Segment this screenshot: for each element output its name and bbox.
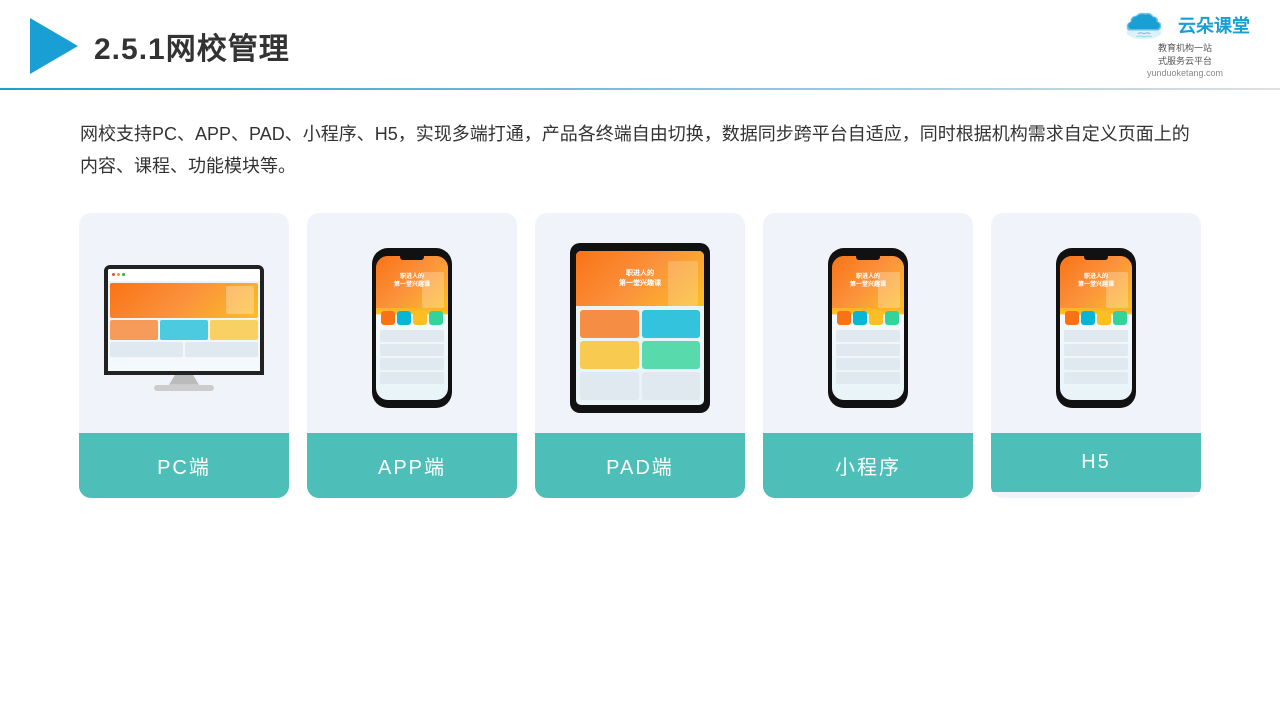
- header: 2.5.1网校管理 云朵课堂 教育机构一站 式服务云平台 yunduoketan…: [0, 0, 1280, 74]
- tablet-mockup: 职进人的第一堂兴趣课: [570, 243, 710, 413]
- app-label: APP端: [307, 433, 517, 498]
- platform-cards-container: PC端 职进人的第一堂兴趣课: [0, 203, 1280, 498]
- miniprogram-phone-screen: 职进人的第一堂兴趣课: [832, 256, 904, 400]
- desktop-mockup: [94, 265, 274, 391]
- app-card: 职进人的第一堂兴趣课: [307, 213, 517, 498]
- h5-phone-screen: 职进人的第一堂兴趣课: [1060, 256, 1132, 400]
- pad-card: 职进人的第一堂兴趣课 PAD端: [535, 213, 745, 498]
- miniprogram-phone-notch: [856, 254, 880, 260]
- logo-triangle-icon: [30, 18, 78, 74]
- cloud-icon: [1120, 10, 1168, 40]
- description-text: 网校支持PC、APP、PAD、小程序、H5，实现多端打通，产品各终端自由切换，数…: [0, 90, 1280, 203]
- miniprogram-image-area: 职进人的第一堂兴趣课: [763, 213, 973, 433]
- app-phone-mockup: 职进人的第一堂兴趣课: [372, 248, 452, 408]
- tablet-screen: 职进人的第一堂兴趣课: [576, 251, 704, 405]
- miniprogram-card: 职进人的第一堂兴趣课: [763, 213, 973, 498]
- brand-icon: 云朵课堂: [1120, 10, 1250, 40]
- page-title: 2.5.1网校管理: [94, 24, 290, 68]
- miniprogram-label: 小程序: [763, 433, 973, 498]
- brand-url: yunduoketang.com: [1147, 68, 1223, 78]
- desktop-base: [154, 385, 214, 391]
- brand-subtitle: 教育机构一站 式服务云平台: [1158, 42, 1212, 67]
- desktop-screen: [104, 265, 264, 375]
- brand-name-text: 云朵课堂: [1178, 12, 1250, 38]
- app-image-area: 职进人的第一堂兴趣课: [307, 213, 517, 433]
- h5-card: 职进人的第一堂兴趣课: [991, 213, 1201, 498]
- pc-image-area: [79, 213, 289, 433]
- pc-card: PC端: [79, 213, 289, 498]
- phone-notch: [400, 254, 424, 260]
- brand-logo: 云朵课堂 教育机构一站 式服务云平台 yunduoketang.com: [1120, 10, 1250, 78]
- h5-label: H5: [991, 433, 1201, 492]
- app-phone-screen: 职进人的第一堂兴趣课: [376, 256, 448, 400]
- miniprogram-phone-mockup: 职进人的第一堂兴趣课: [828, 248, 908, 408]
- pad-label: PAD端: [535, 433, 745, 498]
- h5-phone-mockup: 职进人的第一堂兴趣课: [1056, 248, 1136, 408]
- pad-image-area: 职进人的第一堂兴趣课: [535, 213, 745, 433]
- h5-phone-notch: [1084, 254, 1108, 260]
- pc-label: PC端: [79, 433, 289, 498]
- h5-image-area: 职进人的第一堂兴趣课: [991, 213, 1201, 433]
- desktop-stand: [169, 375, 199, 385]
